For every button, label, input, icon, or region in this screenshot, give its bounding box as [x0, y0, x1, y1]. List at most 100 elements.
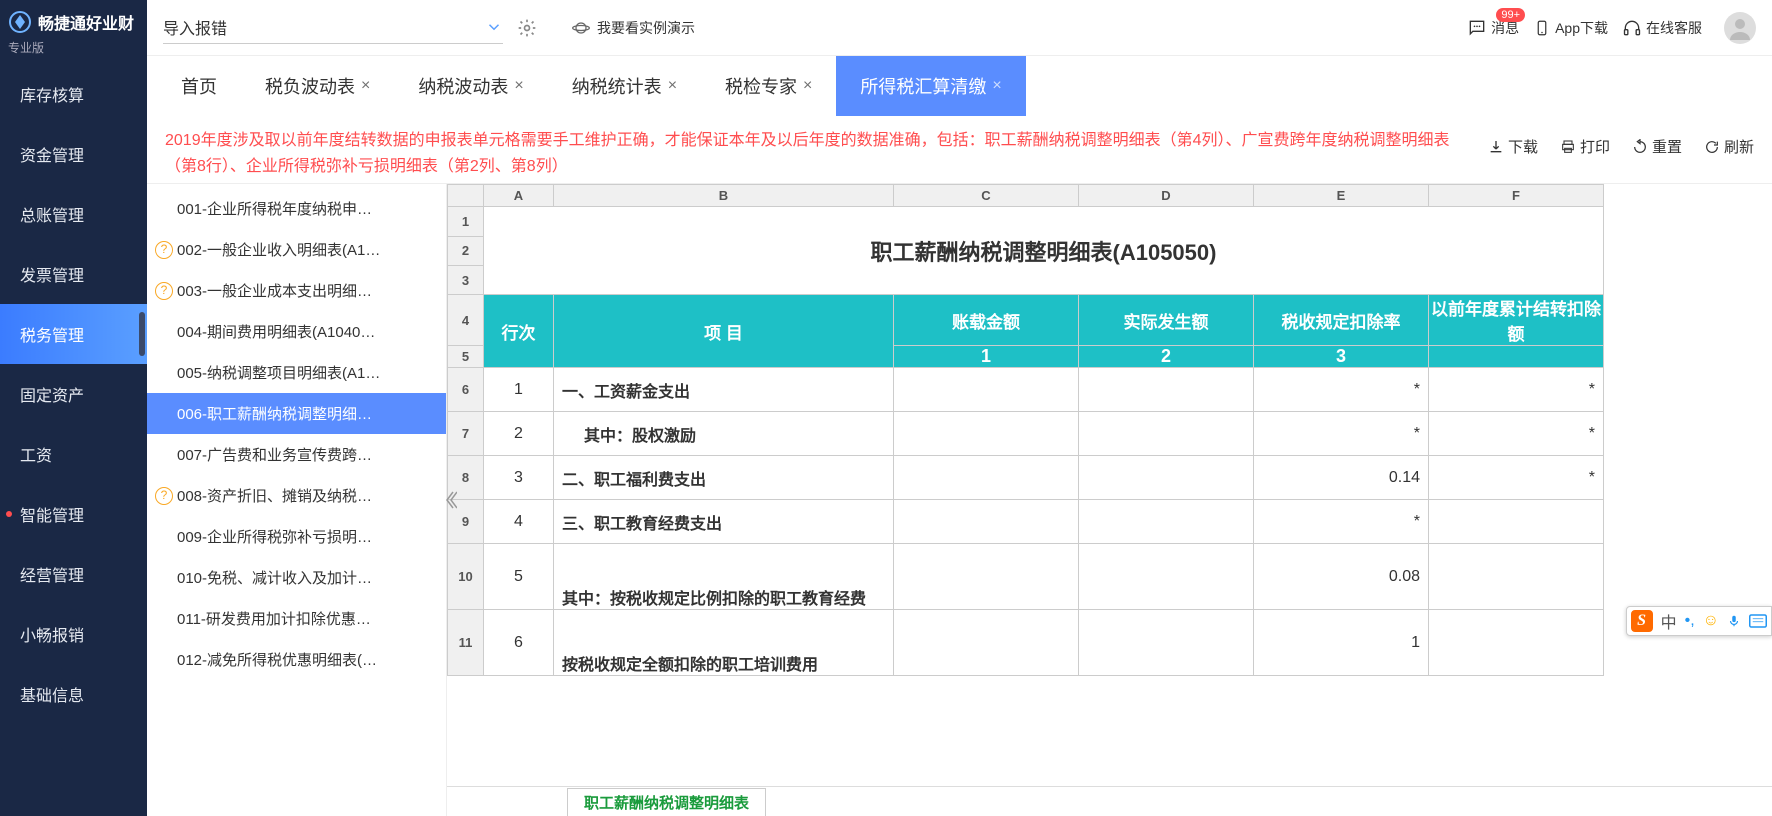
col-header[interactable]: D — [1079, 185, 1254, 207]
sidebar-item-4[interactable]: 税务管理 — [0, 304, 147, 364]
cell[interactable] — [894, 610, 1079, 676]
cell[interactable] — [1079, 456, 1254, 500]
cell[interactable] — [894, 412, 1079, 456]
ime-lang[interactable]: 中 — [1661, 609, 1677, 633]
cell[interactable] — [1079, 500, 1254, 544]
cell[interactable]: 三、职工教育经费支出 — [554, 500, 894, 544]
sidebar-item-5[interactable]: 固定资产 — [0, 364, 147, 424]
tab-0[interactable]: 首页 — [157, 56, 241, 116]
sheet-table[interactable]: ABCDEF1职工薪酬纳税调整明细表(A105050)234行次项 目账载金额实… — [447, 184, 1604, 676]
cell[interactable] — [894, 500, 1079, 544]
close-icon[interactable]: × — [992, 77, 1001, 95]
close-icon[interactable]: × — [514, 77, 523, 95]
cell[interactable]: * — [1254, 412, 1429, 456]
sidebar-item-9[interactable]: 小畅报销 — [0, 604, 147, 664]
row-header[interactable]: 11 — [448, 610, 484, 676]
sidebar-item-1[interactable]: 资金管理 — [0, 124, 147, 184]
ime-mic-icon[interactable] — [1727, 612, 1741, 630]
row-header[interactable]: 10 — [448, 544, 484, 610]
cell[interactable] — [894, 456, 1079, 500]
sidebar-item-8[interactable]: 经营管理 — [0, 544, 147, 604]
sidebar-item-6[interactable]: 工资 — [0, 424, 147, 484]
close-icon[interactable]: × — [361, 77, 370, 95]
col-header[interactable]: A — [484, 185, 554, 207]
ime-keyboard-icon[interactable] — [1749, 614, 1767, 628]
form-item-009[interactable]: 009-企业所得税弥补亏损明… — [147, 516, 446, 557]
cell[interactable]: 其中：股权激励 — [554, 412, 894, 456]
cell[interactable]: 其中：按税收规定比例扣除的职工教育经费 — [554, 544, 894, 610]
form-item-006[interactable]: 006-职工薪酬纳税调整明细… — [147, 393, 446, 434]
row-header[interactable]: 5 — [448, 346, 484, 368]
cell[interactable] — [1079, 368, 1254, 412]
cell[interactable]: 按税收规定全额扣除的职工培训费用 — [554, 610, 894, 676]
sheet-tab[interactable]: 职工薪酬纳税调整明细表 — [567, 788, 766, 816]
tab-1[interactable]: 税负波动表× — [241, 56, 394, 116]
close-icon[interactable]: × — [803, 77, 812, 95]
col-header[interactable]: E — [1254, 185, 1429, 207]
reset-button[interactable]: 重置 — [1632, 136, 1682, 157]
chevron-down-icon[interactable] — [485, 18, 503, 36]
row-header[interactable]: 1 — [448, 207, 484, 236]
cell[interactable]: * — [1254, 368, 1429, 412]
cell[interactable]: 4 — [484, 500, 554, 544]
cell[interactable] — [1429, 500, 1604, 544]
form-item-010[interactable]: 010-免税、减计收入及加计… — [147, 557, 446, 598]
sidebar-item-7[interactable]: 智能管理 — [0, 484, 147, 544]
cell[interactable]: 1 — [1254, 610, 1429, 676]
sidebar-item-3[interactable]: 发票管理 — [0, 244, 147, 304]
form-item-008[interactable]: 008-资产折旧、摊销及纳税… — [147, 475, 446, 516]
cell[interactable] — [894, 544, 1079, 610]
cell[interactable]: 6 — [484, 610, 554, 676]
cell[interactable] — [1429, 544, 1604, 610]
import-field[interactable]: 导入报错 — [163, 11, 503, 44]
avatar[interactable] — [1724, 12, 1756, 44]
gear-icon[interactable] — [517, 18, 537, 38]
download-button[interactable]: 下载 — [1488, 136, 1538, 157]
sidebar-item-0[interactable]: 库存核算 — [0, 64, 147, 124]
cell[interactable] — [894, 368, 1079, 412]
form-item-011[interactable]: 011-研发费用加计扣除优惠… — [147, 598, 446, 639]
cell[interactable]: * — [1429, 368, 1604, 412]
print-button[interactable]: 打印 — [1560, 136, 1610, 157]
close-icon[interactable]: × — [668, 77, 677, 95]
row-header[interactable]: 6 — [448, 368, 484, 412]
row-header[interactable]: 2 — [448, 236, 484, 265]
ime-toolbar[interactable]: S 中 •, ☺ — [1626, 606, 1772, 636]
cell[interactable] — [1079, 610, 1254, 676]
col-header[interactable]: C — [894, 185, 1079, 207]
tab-5[interactable]: 所得税汇算清缴× — [836, 56, 1025, 116]
cell[interactable]: * — [1254, 500, 1429, 544]
tab-2[interactable]: 纳税波动表× — [394, 56, 547, 116]
sidebar-item-10[interactable]: 基础信息 — [0, 664, 147, 724]
app-download-button[interactable]: App下载 — [1533, 18, 1608, 38]
tab-3[interactable]: 纳税统计表× — [548, 56, 701, 116]
form-item-004[interactable]: 004-期间费用明细表(A1040… — [147, 311, 446, 352]
cell[interactable]: 0.08 — [1254, 544, 1429, 610]
form-item-012[interactable]: 012-减免所得税优惠明细表(… — [147, 639, 446, 680]
demo-link[interactable]: 我要看实例演示 — [571, 18, 695, 38]
col-header[interactable]: B — [554, 185, 894, 207]
form-item-003[interactable]: 003-一般企业成本支出明细… — [147, 270, 446, 311]
sidebar-item-2[interactable]: 总账管理 — [0, 184, 147, 244]
ime-emoji-icon[interactable]: ☺ — [1703, 612, 1719, 630]
cell[interactable]: 3 — [484, 456, 554, 500]
cell[interactable]: * — [1429, 456, 1604, 500]
row-header[interactable]: 3 — [448, 265, 484, 294]
support-button[interactable]: 在线客服 — [1622, 18, 1702, 38]
messages-button[interactable]: 消息 99+ — [1467, 18, 1519, 38]
form-item-005[interactable]: 005-纳税调整项目明细表(A1… — [147, 352, 446, 393]
row-header[interactable]: 4 — [448, 295, 484, 346]
cell[interactable] — [1079, 412, 1254, 456]
cell[interactable]: 2 — [484, 412, 554, 456]
tab-4[interactable]: 税检专家× — [701, 56, 836, 116]
form-item-002[interactable]: 002-一般企业收入明细表(A1… — [147, 229, 446, 270]
form-item-007[interactable]: 007-广告费和业务宣传费跨… — [147, 434, 446, 475]
collapse-icon[interactable] — [443, 488, 457, 512]
cell[interactable]: 一、工资薪金支出 — [554, 368, 894, 412]
cell[interactable]: * — [1429, 412, 1604, 456]
row-header[interactable]: 7 — [448, 412, 484, 456]
refresh-button[interactable]: 刷新 — [1704, 136, 1754, 157]
ime-punct-icon[interactable]: •, — [1685, 612, 1695, 630]
form-item-001[interactable]: 001-企业所得税年度纳税申… — [147, 188, 446, 229]
cell[interactable]: 二、职工福利费支出 — [554, 456, 894, 500]
